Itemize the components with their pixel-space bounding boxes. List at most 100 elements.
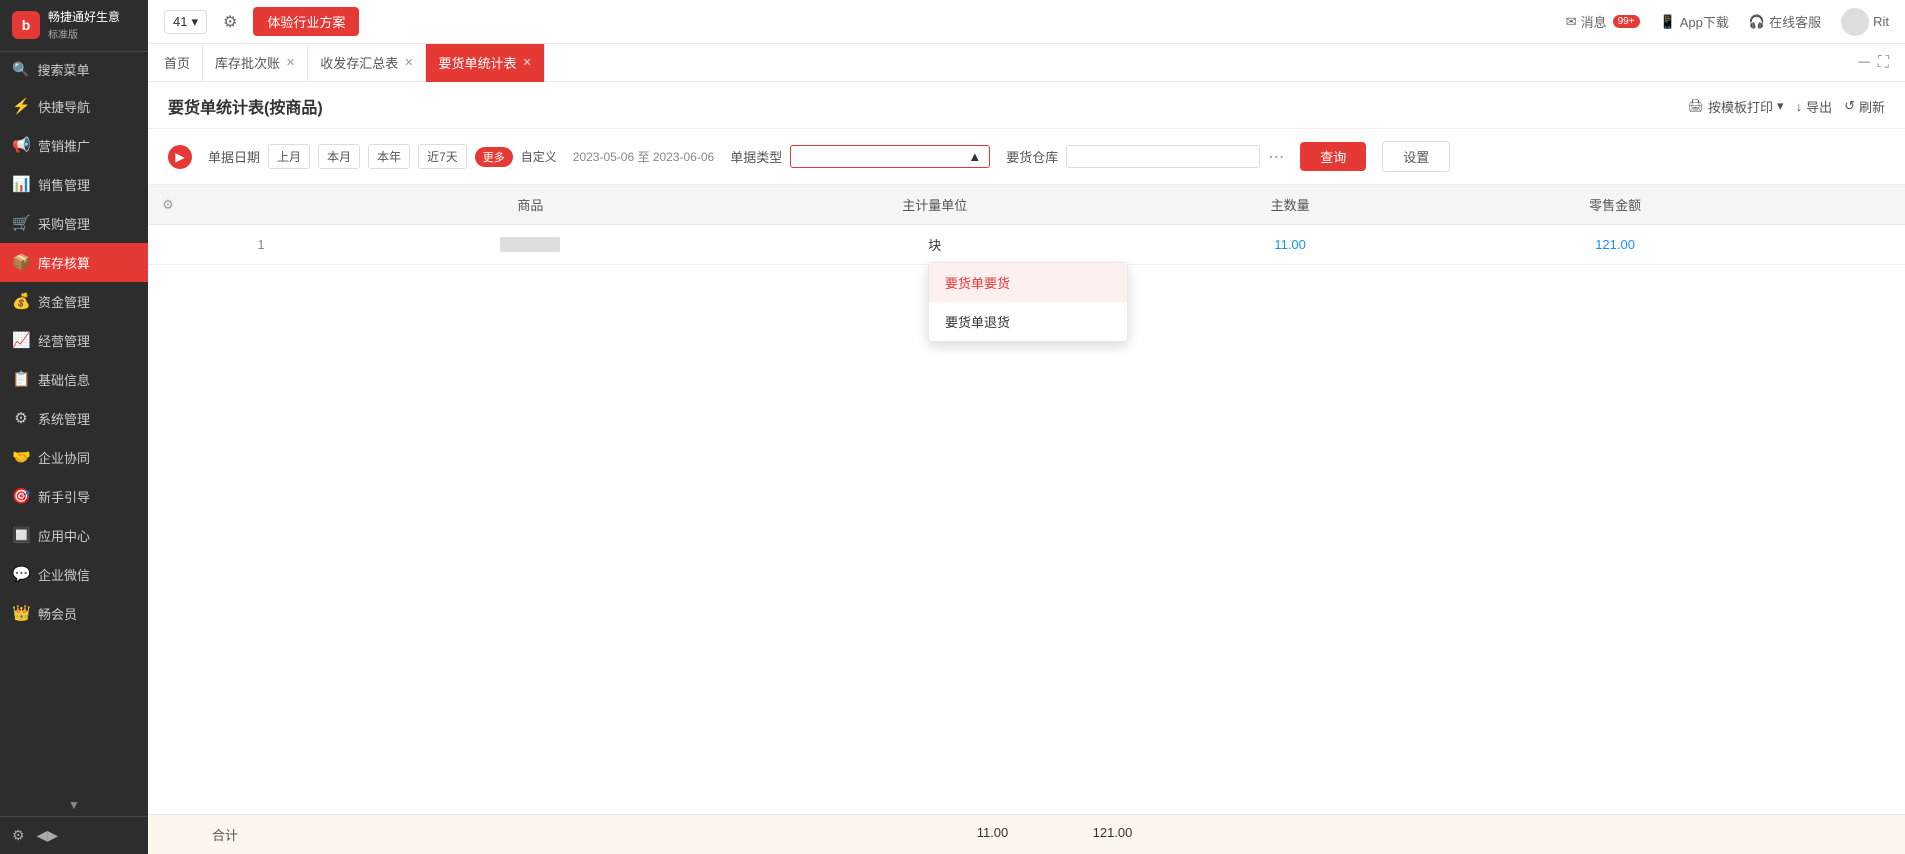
footer-amount: 121.00 xyxy=(1053,825,1173,844)
col-empty xyxy=(1793,185,1905,225)
sidebar-item-appstore[interactable]: 🔲 应用中心 xyxy=(0,516,148,555)
appstore-icon: 🔲 xyxy=(12,526,30,544)
sidebar-item-quick-nav[interactable]: ⚡ 快捷导航 xyxy=(0,87,148,126)
date-this-month-button[interactable]: 本月 xyxy=(318,144,360,169)
sidebar-settings-icon[interactable]: ⚙ xyxy=(12,827,25,844)
tab-expand-icon[interactable]: ⛶ xyxy=(1878,54,1889,72)
app-download-button[interactable]: 📱 App下载 xyxy=(1660,12,1729,31)
sidebar-item-purchase[interactable]: 🛒 采购管理 xyxy=(0,204,148,243)
sidebar-item-marketing[interactable]: 📢 营销推广 xyxy=(0,126,148,165)
more-filters-icon[interactable]: ⋯ xyxy=(1268,147,1284,167)
header-settings-icon[interactable]: ⚙ xyxy=(223,12,237,32)
marketing-icon: 📢 xyxy=(12,136,30,154)
sidebar-item-enterprise[interactable]: 🤝 企业协同 xyxy=(0,438,148,477)
tab-minimize-icon[interactable]: ─ xyxy=(1858,54,1869,72)
settings-button[interactable]: 设置 xyxy=(1382,141,1450,172)
store-selector[interactable]: 41 ▾ xyxy=(164,10,207,34)
sidebar-item-finance[interactable]: 💰 资金管理 xyxy=(0,282,148,321)
logo-text: 畅捷通好生意 标准版 xyxy=(48,10,120,41)
col-amount: 零售金额 xyxy=(1437,185,1792,225)
tab-close-inventory-batch[interactable]: ✕ xyxy=(286,56,295,69)
print-chevron-icon: ▾ xyxy=(1777,98,1784,114)
wechat-icon: 💬 xyxy=(12,565,30,583)
table-row: 1 块 11.00 121.00 xyxy=(148,225,1905,265)
sidebar-item-system[interactable]: ⚙ 系统管理 xyxy=(0,399,148,438)
tab-receipt-summary[interactable]: 收发存汇总表 ✕ xyxy=(308,44,426,82)
col-settings[interactable]: ⚙ xyxy=(148,185,188,225)
sidebar-item-wechat[interactable]: 💬 企业微信 xyxy=(0,555,148,594)
messages-badge: 99+ xyxy=(1613,15,1640,28)
data-table-container: ⚙ 商品 主计量单位 主数量 零售金额 1 xyxy=(148,185,1905,265)
date-more-tag[interactable]: 更多 xyxy=(475,147,513,167)
type-dropdown: 要货单要货 要货单退货 xyxy=(928,262,1128,342)
sidebar-item-guide[interactable]: 🎯 新手引导 xyxy=(0,477,148,516)
sidebar-item-basic[interactable]: 📋 基础信息 xyxy=(0,360,148,399)
row-quantity[interactable]: 11.00 xyxy=(1143,225,1438,265)
page-content: 要货单统计表(按商品) 🖨 按模板打印 ▾ ↓ 导出 ↺ 刷新 ▶ xyxy=(148,82,1905,854)
expand-filter-button[interactable]: ▶ xyxy=(168,145,192,169)
sidebar-item-inventory[interactable]: 📦 库存核算 xyxy=(0,243,148,282)
date-filter-group: 单据日期 上月 本月 本年 近7天 更多 自定义 xyxy=(208,144,557,169)
row-settings xyxy=(148,225,188,265)
basic-icon: 📋 xyxy=(12,370,30,388)
user-avatar-button[interactable]: Rit xyxy=(1841,8,1889,36)
col-product: 商品 xyxy=(334,185,727,225)
chevron-down-icon: ▾ xyxy=(191,14,198,30)
member-icon: 👑 xyxy=(12,604,30,622)
message-icon: ✉ xyxy=(1566,14,1577,30)
sidebar-item-member[interactable]: 👑 畅会员 xyxy=(0,594,148,633)
avatar xyxy=(1841,8,1869,36)
enterprise-icon: 🤝 xyxy=(12,448,30,466)
dropdown-item-order[interactable]: 要货单要货 xyxy=(929,263,1127,302)
table-header-row: ⚙ 商品 主计量单位 主数量 零售金额 xyxy=(148,185,1905,225)
sidebar-scroll-down[interactable]: ▼ xyxy=(0,794,148,816)
tab-close-receipt-summary[interactable]: ✕ xyxy=(404,56,413,69)
date-range-display: 2023-05-06 至 2023-06-06 xyxy=(573,148,714,165)
sidebar-collapse-icon[interactable]: ◀▶ xyxy=(37,827,59,844)
footer-quantity: 11.00 xyxy=(933,825,1053,844)
type-select-chevron-up-icon: ▲ xyxy=(968,149,981,164)
sidebar-logo: b 畅捷通好生意 标准版 xyxy=(0,0,148,52)
type-filter-group: 单据类型 ▲ xyxy=(730,145,990,168)
row-unit: 块 xyxy=(727,225,1143,265)
export-icon: ↓ xyxy=(1796,99,1803,114)
date-this-year-button[interactable]: 本年 xyxy=(368,144,410,169)
date-custom-button[interactable]: 自定义 xyxy=(521,148,557,165)
online-service-button[interactable]: 🎧 在线客服 xyxy=(1749,12,1821,31)
page-actions: 🖨 按模板打印 ▾ ↓ 导出 ↺ 刷新 xyxy=(1688,97,1886,116)
col-seq xyxy=(188,185,334,225)
row-empty xyxy=(1793,225,1905,265)
dropdown-item-return[interactable]: 要货单退货 xyxy=(929,302,1127,341)
logo-icon: b xyxy=(12,11,40,39)
print-button[interactable]: 🖨 按模板打印 ▾ xyxy=(1688,97,1784,116)
page-title: 要货单统计表(按商品) xyxy=(168,94,323,118)
warehouse-input[interactable] xyxy=(1066,145,1260,168)
type-select[interactable]: ▲ xyxy=(790,145,990,168)
tab-close-order-stats[interactable]: ✕ xyxy=(523,56,532,69)
sidebar-item-operation[interactable]: 📈 经营管理 xyxy=(0,321,148,360)
trial-button[interactable]: 体验行业方案 xyxy=(253,7,359,36)
refresh-button[interactable]: ↺ 刷新 xyxy=(1844,97,1885,116)
date-last-month-button[interactable]: 上月 xyxy=(268,144,310,169)
row-seq: 1 xyxy=(188,225,334,265)
export-button[interactable]: ↓ 导出 xyxy=(1796,97,1833,116)
guide-icon: 🎯 xyxy=(12,487,30,505)
tab-home[interactable]: 首页 xyxy=(164,44,203,82)
date-last-7days-button[interactable]: 近7天 xyxy=(418,144,467,169)
row-amount[interactable]: 121.00 xyxy=(1437,225,1792,265)
col-quantity: 主数量 xyxy=(1143,185,1438,225)
sidebar-item-sales[interactable]: 📊 销售管理 xyxy=(0,165,148,204)
quick-nav-icon: ⚡ xyxy=(12,97,30,115)
tab-order-stats[interactable]: 要货单统计表 ✕ xyxy=(426,44,544,82)
search-menu-item[interactable]: 🔍 搜索菜单 xyxy=(0,52,148,87)
purchase-icon: 🛒 xyxy=(12,214,30,232)
search-icon: 🔍 xyxy=(12,61,29,78)
tab-inventory-batch[interactable]: 库存批次账 ✕ xyxy=(203,44,308,82)
tabs-actions: ─ ⛶ xyxy=(1858,54,1889,72)
messages-button[interactable]: ✉ 消息 99+ xyxy=(1566,12,1640,31)
operation-icon: 📈 xyxy=(12,331,30,349)
scroll-down-arrow-icon: ▼ xyxy=(68,798,80,812)
warehouse-filter-group: 要货仓库 ⋯ xyxy=(1006,145,1284,168)
refresh-icon: ↺ xyxy=(1844,98,1855,114)
query-button[interactable]: 查询 xyxy=(1300,142,1366,171)
